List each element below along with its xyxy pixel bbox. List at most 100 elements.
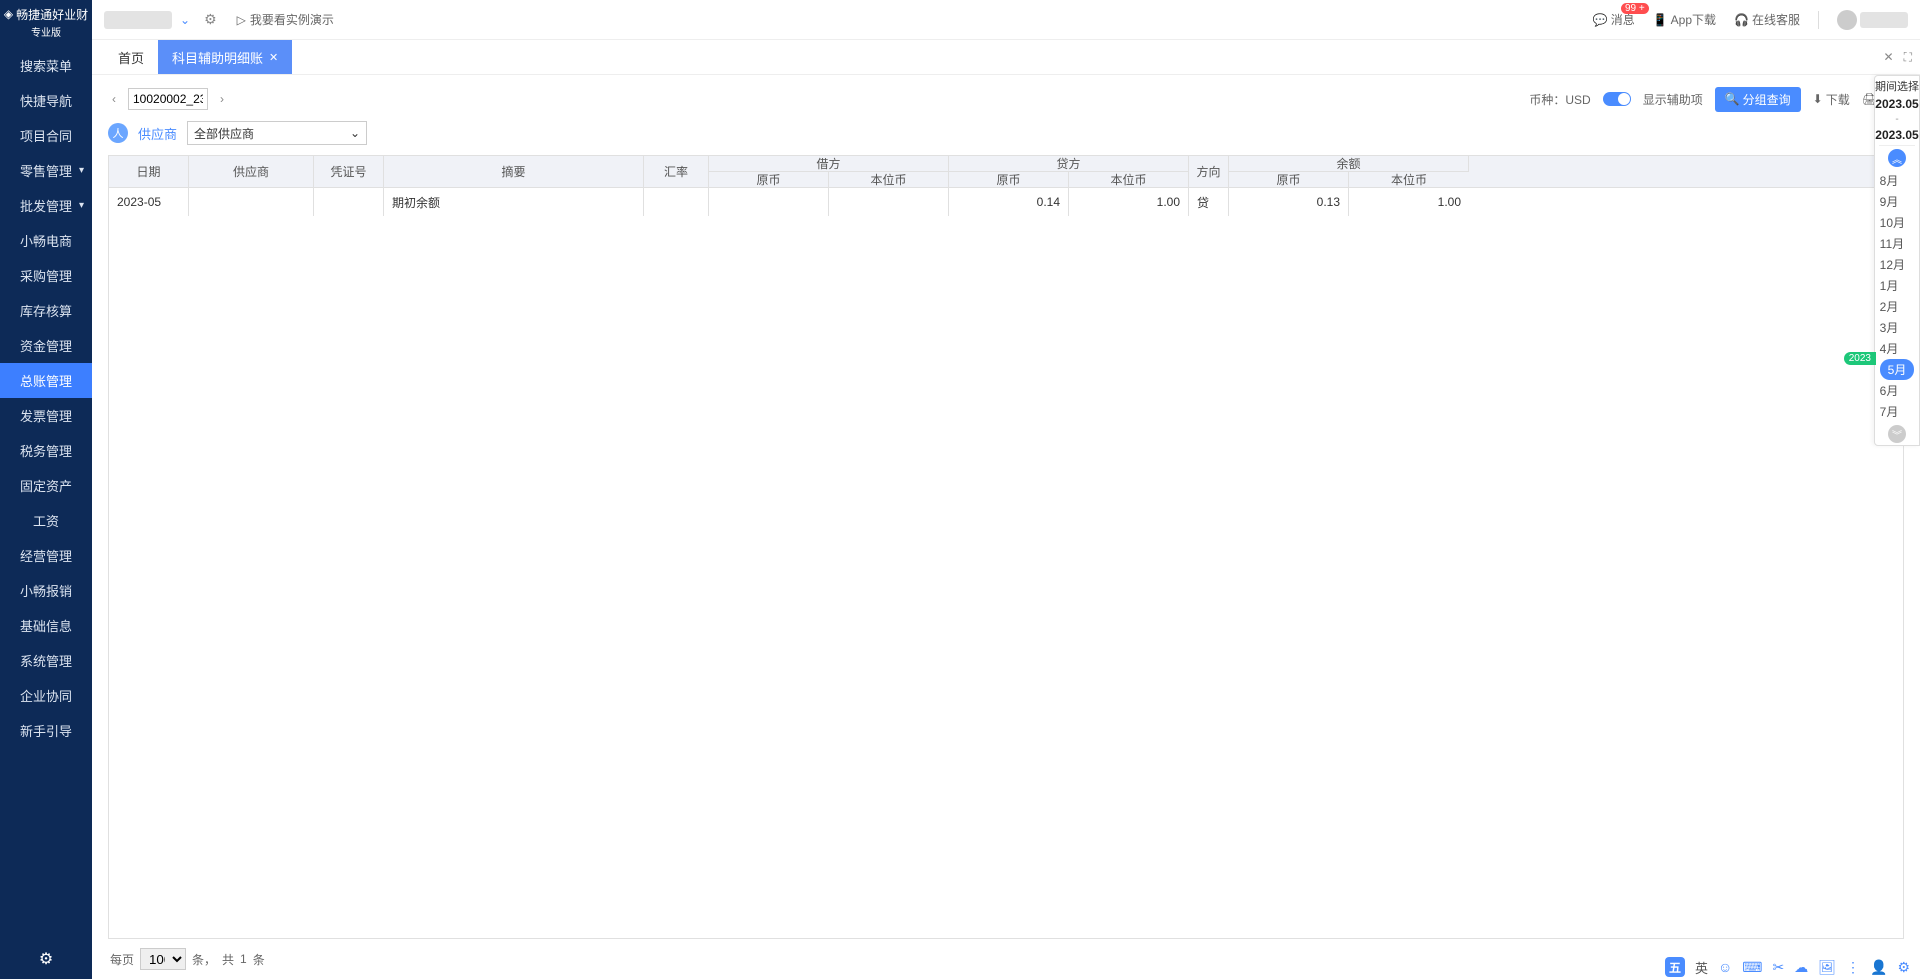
ime-person-icon[interactable]: 👤 bbox=[1870, 959, 1887, 976]
th-summary: 摘要 bbox=[384, 156, 644, 187]
th-debit: 借方 bbox=[709, 156, 949, 171]
sidebar-item[interactable]: 采购管理 bbox=[0, 258, 92, 293]
td-credit_base: 1.00 bbox=[1069, 188, 1189, 216]
sidebar-item[interactable]: 小畅电商 bbox=[0, 223, 92, 258]
period-month[interactable]: 8月 bbox=[1880, 170, 1915, 191]
ime-cloud-icon[interactable]: ☁ bbox=[1794, 959, 1808, 976]
close-icon[interactable]: ✕ bbox=[269, 51, 278, 64]
online-service-button[interactable]: 🎧 在线客服 bbox=[1734, 11, 1800, 28]
td-supplier bbox=[189, 188, 314, 216]
sub-toolbar: 人 供应商 全部供应商 ⌄ bbox=[108, 121, 1904, 145]
next-account-icon[interactable]: › bbox=[216, 92, 228, 106]
period-month[interactable]: 2月 bbox=[1880, 296, 1915, 317]
sidebar-item[interactable]: 发票管理 bbox=[0, 398, 92, 433]
period-month[interactable]: 1月 bbox=[1880, 275, 1915, 296]
sidebar-item[interactable]: 经营管理 bbox=[0, 538, 92, 573]
tabs-bar: 首页 科目辅助明细账 ✕ ✕ ⛶ bbox=[92, 40, 1920, 75]
sidebar-item[interactable]: 基础信息 bbox=[0, 608, 92, 643]
show-aux-label: 显示辅助项 bbox=[1643, 91, 1703, 108]
ime-bar: 五 英 ☺ ⌨ ✂ ☁ 🖼 ⋮ 👤 ⚙ bbox=[1655, 955, 1920, 979]
td-debit_orig bbox=[709, 188, 829, 216]
sidebar-item[interactable]: 快捷导航 bbox=[0, 83, 92, 118]
period-month[interactable]: 5月 bbox=[1880, 359, 1915, 380]
sidebar-item[interactable]: 新手引导 bbox=[0, 713, 92, 748]
sidebar: ◈畅捷通好业财 专业版 搜索菜单快捷导航项目合同零售管理▾批发管理▾小畅电商采购… bbox=[0, 0, 92, 979]
avatar bbox=[1837, 10, 1857, 30]
user-menu[interactable]: XXX bbox=[1837, 10, 1908, 30]
sidebar-item[interactable]: 库存核算 bbox=[0, 293, 92, 328]
ime-lang[interactable]: 英 bbox=[1695, 958, 1708, 977]
ime-dot-icon[interactable]: ⋮ bbox=[1846, 959, 1860, 976]
ime-smile-icon[interactable]: ☺ bbox=[1718, 959, 1732, 975]
th-bal-base: 本位币 bbox=[1349, 172, 1469, 187]
sidebar-item[interactable]: 工资 bbox=[0, 503, 92, 538]
phone-icon: 📱 bbox=[1653, 13, 1668, 27]
tab-home[interactable]: 首页 bbox=[104, 40, 158, 74]
chevron-down-icon: ⌄ bbox=[350, 126, 360, 140]
settings-icon[interactable]: ⚙ bbox=[0, 949, 92, 969]
account-code-input[interactable] bbox=[128, 88, 208, 110]
td-direction: 贷 bbox=[1189, 188, 1229, 216]
logo: ◈畅捷通好业财 专业版 bbox=[0, 0, 92, 40]
period-month[interactable]: 11月 bbox=[1880, 233, 1915, 254]
sidebar-item[interactable]: 批发管理▾ bbox=[0, 188, 92, 223]
period-end[interactable]: 2023.05 bbox=[1875, 128, 1918, 142]
app-download-button[interactable]: 📱 App下载 bbox=[1653, 11, 1716, 28]
message-icon: 💬 bbox=[1593, 13, 1608, 27]
show-aux-toggle[interactable] bbox=[1603, 92, 1631, 106]
period-month[interactable]: 4月 bbox=[1880, 338, 1915, 359]
period-month[interactable]: 3月 bbox=[1880, 317, 1915, 338]
td-bal_base: 1.00 bbox=[1349, 188, 1469, 216]
tabs-close-all-icon[interactable]: ✕ bbox=[1884, 50, 1894, 65]
page-size-select[interactable]: 100 bbox=[140, 948, 186, 970]
data-table: 日期 供应商 凭证号 摘要 汇率 借方 原币 本位币 贷方 bbox=[108, 155, 1904, 939]
sidebar-item[interactable]: 系统管理 bbox=[0, 643, 92, 678]
th-credit: 贷方 bbox=[949, 156, 1189, 171]
period-month[interactable]: 9月 bbox=[1880, 191, 1915, 212]
sidebar-item[interactable]: 小畅报销 bbox=[0, 573, 92, 608]
toolbar: ‹ › 币种：USD 显示辅助项 🔍 分组查询 ⬇ 下载 🖨 打印 bbox=[108, 85, 1904, 113]
sidebar-item[interactable]: 企业协同 bbox=[0, 678, 92, 713]
sidebar-item[interactable]: 税务管理 bbox=[0, 433, 92, 468]
td-summary: 期初余额 bbox=[384, 188, 644, 216]
supplier-icon: 人 bbox=[108, 123, 128, 143]
th-direction: 方向 bbox=[1189, 156, 1229, 187]
ime-keyboard-icon[interactable]: ⌨ bbox=[1742, 959, 1762, 976]
td-date: 2023-05 bbox=[109, 188, 189, 216]
sidebar-item[interactable]: 搜索菜单 bbox=[0, 48, 92, 83]
td-rate bbox=[644, 188, 709, 216]
message-badge: 99 + bbox=[1621, 3, 1649, 14]
th-credit-base: 本位币 bbox=[1069, 172, 1189, 187]
supplier-select[interactable]: 全部供应商 ⌄ bbox=[187, 121, 367, 145]
sidebar-item[interactable]: 总账管理 bbox=[0, 363, 92, 398]
download-button[interactable]: ⬇ 下载 bbox=[1813, 91, 1850, 108]
tab-ledger-detail[interactable]: 科目辅助明细账 ✕ bbox=[158, 40, 292, 74]
message-button[interactable]: 💬 消息 99 + bbox=[1593, 11, 1635, 28]
prev-account-icon[interactable]: ‹ bbox=[108, 92, 120, 106]
td-credit_orig: 0.14 bbox=[949, 188, 1069, 216]
group-query-button[interactable]: 🔍 分组查询 bbox=[1715, 87, 1801, 112]
ime-image-icon[interactable]: 🖼 bbox=[1818, 959, 1836, 976]
sidebar-item[interactable]: 零售管理▾ bbox=[0, 153, 92, 188]
sidebar-item[interactable]: 项目合同 bbox=[0, 118, 92, 153]
ime-badge[interactable]: 五 bbox=[1665, 957, 1685, 977]
settings-top-icon[interactable]: ⚙ bbox=[204, 11, 217, 28]
fullscreen-icon[interactable]: ⛶ bbox=[1904, 50, 1912, 65]
table-row: 2023-05期初余额0.141.00贷0.131.00 bbox=[109, 188, 1903, 216]
scroll-up-icon[interactable]: ︽ bbox=[1888, 149, 1906, 167]
company-dropdown-icon[interactable]: ⌄ bbox=[180, 13, 190, 27]
th-supplier: 供应商 bbox=[189, 156, 314, 187]
sidebar-item[interactable]: 资金管理 bbox=[0, 328, 92, 363]
th-credit-orig: 原币 bbox=[949, 172, 1069, 187]
pagination: 每页 100 条， 共 1 条 bbox=[108, 939, 1904, 979]
period-start[interactable]: 2023.05 bbox=[1875, 97, 1918, 111]
sidebar-item[interactable]: 固定资产 bbox=[0, 468, 92, 503]
period-month[interactable]: 6月 bbox=[1880, 380, 1915, 401]
period-month[interactable]: 12月 bbox=[1880, 254, 1915, 275]
scroll-down-icon[interactable]: ︾ bbox=[1888, 425, 1906, 443]
period-month[interactable]: 7月 bbox=[1880, 401, 1915, 422]
ime-gear-icon[interactable]: ⚙ bbox=[1897, 959, 1910, 976]
period-month[interactable]: 10月 bbox=[1880, 212, 1915, 233]
ime-scissors-icon[interactable]: ✂ bbox=[1772, 959, 1784, 976]
demo-link[interactable]: ▷ 我要看实例演示 bbox=[237, 11, 334, 28]
